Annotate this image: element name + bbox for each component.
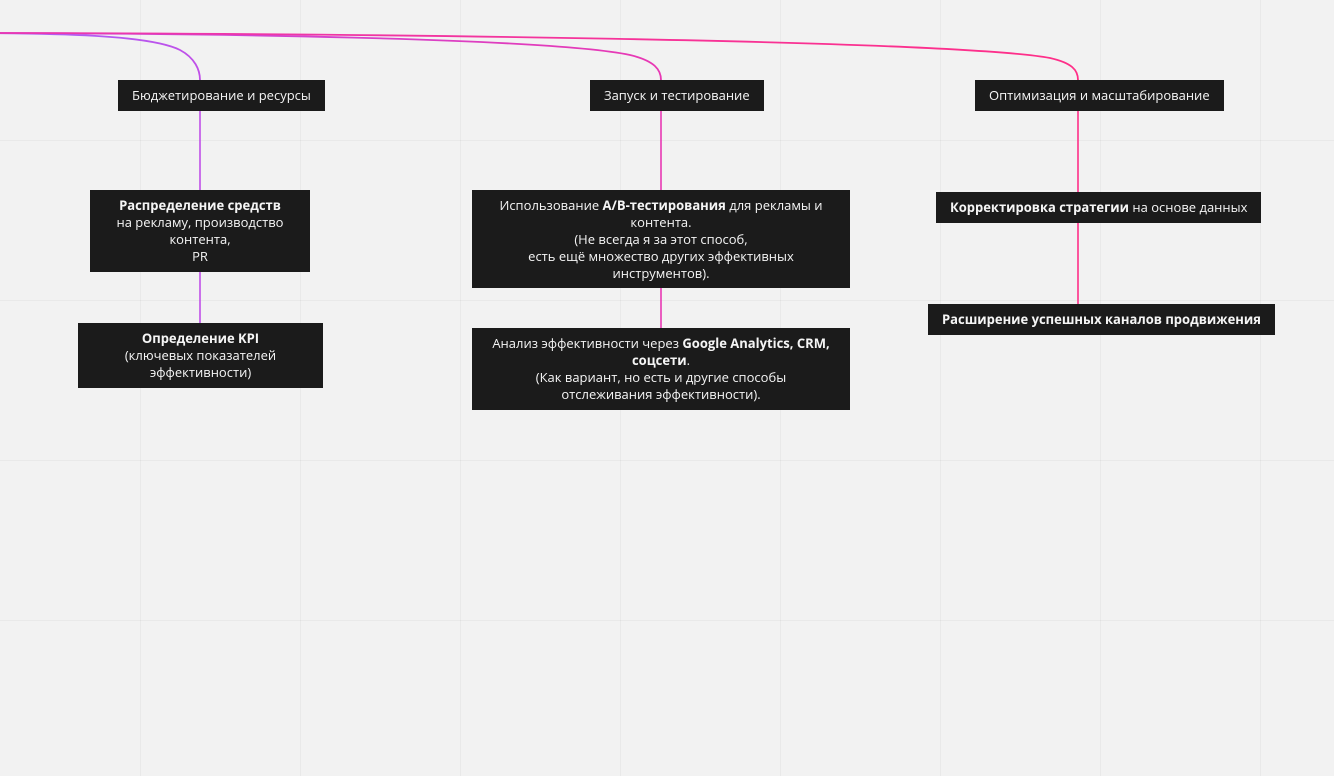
node-budget-distribution[interactable]: Распределение средств на рекламу, произв… — [90, 190, 310, 272]
node-line: Распределение средств — [119, 196, 281, 214]
node-line-bold: A/B-тестирования — [603, 196, 726, 214]
node-line: (Не всегда я за этот способ, — [574, 230, 747, 248]
node-line: (ключевых показателей эффективности) — [125, 346, 276, 381]
node-line-bold: Корректировка стратегии — [950, 198, 1129, 216]
branch-title-optimize[interactable]: Оптимизация и масштабирование — [975, 80, 1224, 111]
node-line: есть ещё множество других эффективных ин… — [528, 247, 794, 282]
node-line: (Как вариант, но есть и другие способы — [536, 368, 786, 386]
node-line: отслеживания эффективности). — [561, 385, 760, 403]
node-line-suffix: . — [687, 351, 690, 369]
node-label: Оптимизация и масштабирование — [989, 86, 1210, 104]
node-label: Запуск и тестирование — [604, 86, 750, 104]
node-optimize-strategy[interactable]: Корректировка стратегии на основе данных — [936, 192, 1261, 223]
node-line-prefix: Использование — [499, 196, 602, 214]
node-line: Расширение успешных каналов продвижения — [942, 310, 1261, 328]
node-budget-kpi[interactable]: Определение KPI (ключевых показателей эф… — [78, 323, 323, 388]
node-label: Бюджетирование и ресурсы — [132, 86, 311, 104]
node-line-suffix: на основе данных — [1129, 198, 1247, 216]
node-line: Определение KPI — [142, 329, 259, 347]
node-launch-analytics[interactable]: Анализ эффективности через Google Analyt… — [472, 328, 850, 410]
node-line: PR — [192, 247, 208, 265]
node-line-prefix: Анализ эффективности через — [492, 334, 682, 352]
node-optimize-channels[interactable]: Расширение успешных каналов продвижения — [928, 304, 1275, 335]
branch-title-launch[interactable]: Запуск и тестирование — [590, 80, 764, 111]
node-launch-abtest[interactable]: Использование A/B-тестирования для рекла… — [472, 190, 850, 288]
branch-title-budget[interactable]: Бюджетирование и ресурсы — [118, 80, 325, 111]
node-line: на рекламу, производство контента, — [116, 213, 283, 248]
